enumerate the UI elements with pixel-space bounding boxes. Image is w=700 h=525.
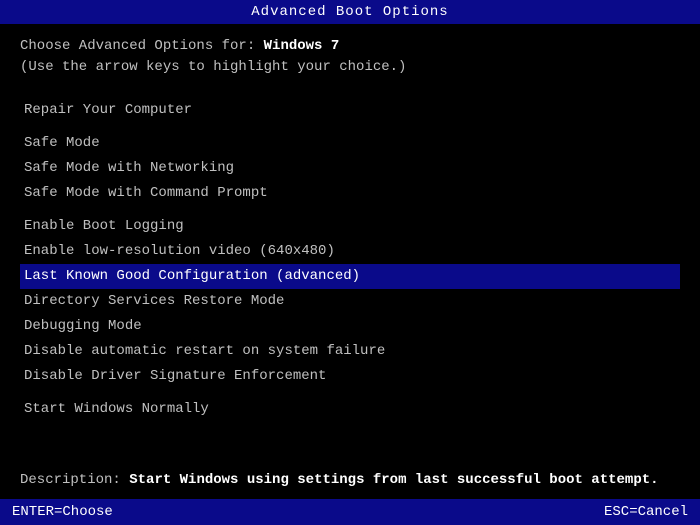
header-text: Choose Advanced Options for: Windows 7 (… — [20, 36, 680, 78]
menu-item-safe-mode-networking[interactable]: Safe Mode with Networking — [20, 156, 680, 181]
menu-item-last-known-good[interactable]: Last Known Good Configuration (advanced) — [20, 264, 680, 289]
menu-item-disable-driver-sig[interactable]: Disable Driver Signature Enforcement — [20, 364, 680, 389]
description-label: Description: — [20, 472, 121, 488]
menu-item-start-normally[interactable]: Start Windows Normally — [20, 397, 680, 422]
header-os: Windows 7 — [264, 38, 340, 54]
title-text: Advanced Boot Options — [251, 4, 448, 20]
menu-item-disable-restart[interactable]: Disable automatic restart on system fail… — [20, 339, 680, 364]
menu-item-low-res[interactable]: Enable low-resolution video (640x480) — [20, 239, 680, 264]
menu-item-debugging[interactable]: Debugging Mode — [20, 314, 680, 339]
status-left: ENTER=Choose — [12, 504, 113, 520]
header-prefix: Choose Advanced Options for: — [20, 38, 264, 54]
menu-item-safe-mode[interactable]: Safe Mode — [20, 131, 680, 156]
menu-item-safe-mode-cmd[interactable]: Safe Mode with Command Prompt — [20, 181, 680, 206]
bios-screen: Advanced Boot Options Choose Advanced Op… — [0, 0, 700, 525]
header-line1: Choose Advanced Options for: Windows 7 — [20, 36, 680, 57]
main-content: Choose Advanced Options for: Windows 7 (… — [0, 24, 700, 499]
description-text: Start Windows using settings from last s… — [129, 472, 658, 488]
menu-item-boot-logging[interactable]: Enable Boot Logging — [20, 214, 680, 239]
status-bar: ENTER=Choose ESC=Cancel — [0, 499, 700, 525]
menu-item-directory-services[interactable]: Directory Services Restore Mode — [20, 289, 680, 314]
status-right: ESC=Cancel — [604, 504, 688, 520]
header-line2: (Use the arrow keys to highlight your ch… — [20, 57, 680, 78]
menu-item-repair[interactable]: Repair Your Computer — [20, 98, 680, 123]
description-area: Description: Start Windows using setting… — [20, 459, 680, 499]
menu-list: Repair Your Computer Safe Mode Safe Mode… — [20, 98, 680, 422]
title-bar: Advanced Boot Options — [0, 0, 700, 24]
